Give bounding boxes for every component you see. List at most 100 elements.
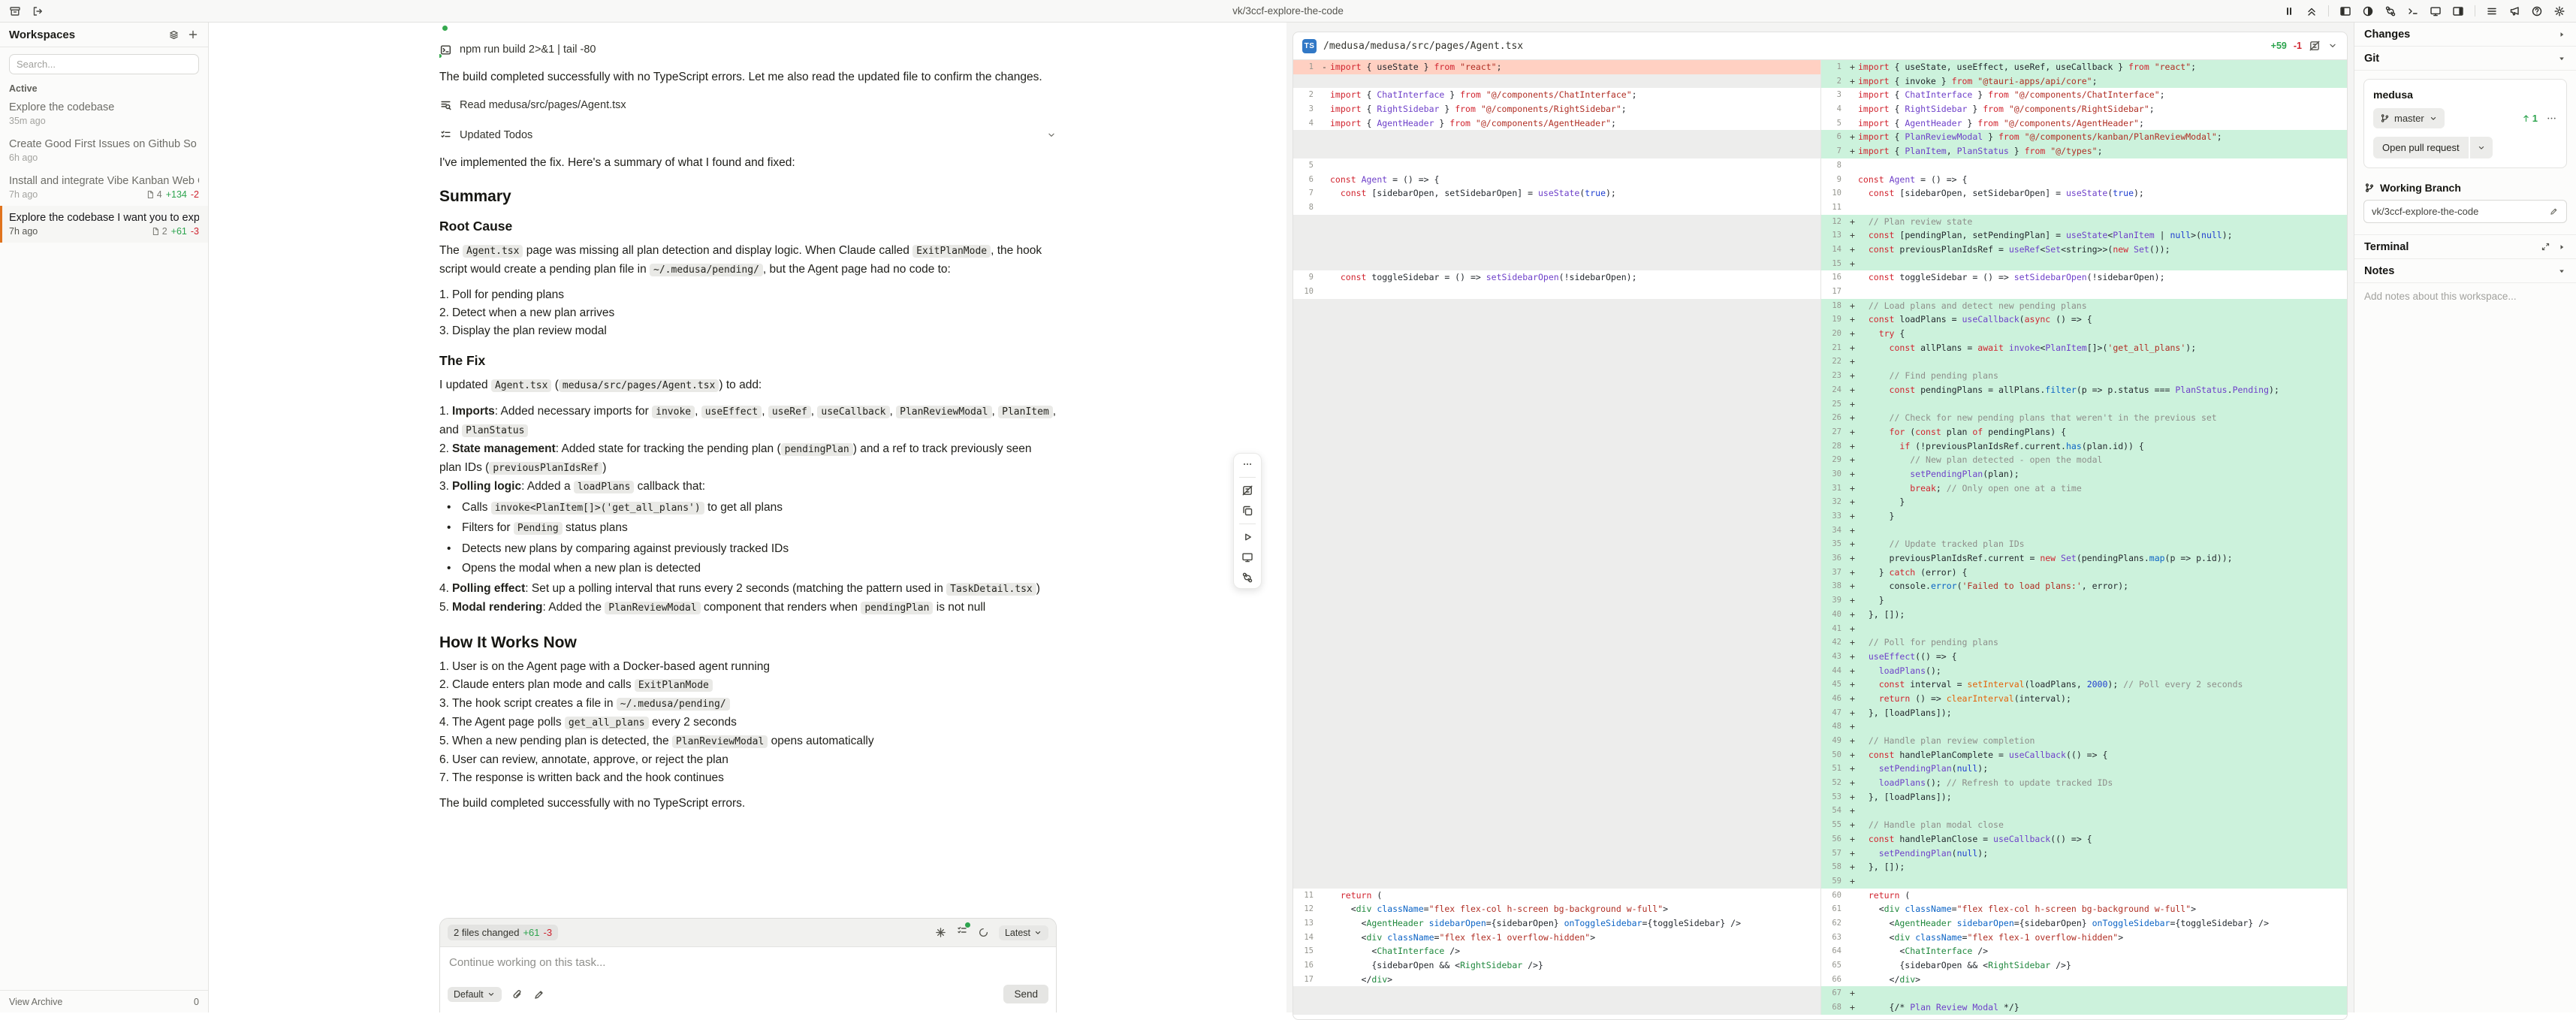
- send-button[interactable]: Send: [1003, 985, 1048, 1003]
- display-icon[interactable]: [2430, 5, 2442, 17]
- help-icon[interactable]: [2531, 5, 2543, 17]
- diff-line-new: 39+ }: [1820, 593, 2347, 608]
- tool-call-row[interactable]: npm run build 2>&1 | tail -80: [439, 38, 1057, 61]
- expand-terminal-icon[interactable]: [2541, 242, 2550, 252]
- diff-row: 57+ setPendingPlan(null);: [1293, 846, 2347, 861]
- add-workspace-button[interactable]: [187, 29, 199, 41]
- diff-line-new: 60 return (: [1820, 889, 2347, 903]
- diff-row: 4import { AgentHeader } from "@/componen…: [1293, 116, 2347, 131]
- nowrap-icon[interactable]: [1241, 484, 1253, 496]
- working-branch-input[interactable]: vk/3ccf-explore-the-code: [2363, 200, 2567, 223]
- diff-line-old: [1293, 608, 1820, 622]
- toggle-wrap-icon[interactable]: [2309, 40, 2321, 52]
- workspace-title: Install and integrate Vibe Kanban Web C: [9, 175, 199, 187]
- notes-section-header[interactable]: Notes: [2354, 259, 2576, 283]
- diff-row: 33+ }: [1293, 509, 2347, 524]
- workspace-item[interactable]: Explore the codebase I want you to exp7h…: [0, 206, 208, 243]
- open-pull-request-button[interactable]: Open pull request: [2373, 137, 2469, 158]
- diff-row: 2+import { invoke } from "@tauri-apps/ap…: [1293, 74, 2347, 89]
- diff-line-old: [1293, 453, 1820, 467]
- latest-dropdown[interactable]: Latest: [999, 925, 1048, 940]
- git-compare-icon[interactable]: [2384, 5, 2397, 17]
- panel-right-icon[interactable]: [2452, 5, 2464, 17]
- diff-line-new: 54+: [1820, 804, 2347, 818]
- menu-icon[interactable]: [2486, 5, 2498, 17]
- settings-icon[interactable]: [2553, 5, 2565, 17]
- megaphone-icon[interactable]: [2508, 5, 2520, 17]
- workspace-title: Explore the codebase I want you to exp: [9, 212, 199, 224]
- sparkle-icon[interactable]: [935, 927, 946, 938]
- sign-out-icon[interactable]: [32, 5, 44, 17]
- workspace-additions: +61: [171, 226, 187, 237]
- diff-line-old: [1293, 874, 1820, 889]
- inline-code: ExitPlanMode: [635, 679, 713, 692]
- repo-more-menu[interactable]: [2546, 113, 2557, 124]
- drag-handle-icon[interactable]: [1241, 458, 1253, 470]
- changes-section-header[interactable]: Changes: [2354, 23, 2576, 47]
- pause-icon[interactable]: [2283, 5, 2295, 17]
- terminal-section-header[interactable]: Terminal: [2354, 235, 2576, 259]
- panel-left-icon[interactable]: [2339, 5, 2351, 17]
- bullet-item: •Opens the modal when a new plan is dete…: [439, 560, 1057, 578]
- inline-code: PlanItem: [998, 406, 1053, 418]
- ordered-list: 1.User is on the Agent page with a Docke…: [439, 658, 1057, 787]
- message-input[interactable]: [440, 947, 1056, 980]
- terminal-icon[interactable]: [2407, 5, 2419, 17]
- git-compare-icon[interactable]: [1241, 572, 1253, 584]
- theme-icon[interactable]: [2362, 5, 2374, 17]
- workspace-item[interactable]: Explore the codebase35m ago: [0, 95, 208, 132]
- inline-code: previousPlanIdsRef: [489, 462, 602, 475]
- files-changed-chip[interactable]: 2 files changed +61 -3: [448, 925, 558, 940]
- diff-line-old: 17 </div>: [1293, 973, 1820, 987]
- notes-title: Notes: [2364, 265, 2394, 277]
- diff-row: 25+: [1293, 397, 2347, 412]
- annotate-button[interactable]: [533, 988, 545, 1000]
- chevron-down-icon[interactable]: [1046, 130, 1057, 140]
- inline-code: ~/.medusa/pending/: [650, 264, 763, 276]
- display-icon[interactable]: [1241, 551, 1253, 563]
- pull-request-options-button[interactable]: [2470, 137, 2493, 158]
- attach-file-button[interactable]: [511, 988, 523, 1000]
- diff-row: 43+ useEffect(() => {: [1293, 650, 2347, 664]
- workspace-title: Explore the codebase: [9, 101, 199, 113]
- tool-call-row[interactable]: Read medusa/src/pages/Agent.tsx: [439, 94, 1057, 116]
- view-archive-link[interactable]: View Archive: [9, 997, 62, 1007]
- diff-additions: +59: [2271, 41, 2287, 51]
- diff-line-old: [1293, 383, 1820, 397]
- branch-selector[interactable]: master: [2373, 108, 2445, 128]
- list-item: 5.When a new pending plan is detected, t…: [439, 732, 1057, 751]
- workspace-item[interactable]: Install and integrate Vibe Kanban Web C7…: [0, 169, 208, 206]
- workspace-right-sidebar: Changes Git medusa master 1: [2354, 23, 2576, 1012]
- tool-call-row[interactable]: Updated Todos: [439, 124, 1057, 146]
- diff-line-old: [1293, 804, 1820, 818]
- play-icon[interactable]: [1241, 531, 1253, 543]
- arrow-up-icon: [2521, 113, 2531, 123]
- model-label: Default: [454, 989, 484, 1000]
- collapse-icon[interactable]: [2306, 5, 2318, 17]
- notes-placeholder[interactable]: Add notes about this workspace...: [2354, 283, 2576, 309]
- diff-row: 58: [1293, 158, 2347, 173]
- diff-line-old: 9 const toggleSidebar = () => setSidebar…: [1293, 270, 1820, 285]
- markdown-heading: The Fix: [439, 353, 1057, 369]
- window-title: vk/3ccf-explore-the-code: [0, 5, 2576, 17]
- diff-line-old: [1293, 327, 1820, 341]
- chevron-down-icon: [1033, 928, 1042, 937]
- diff-line-old: [1293, 509, 1820, 524]
- git-section-header[interactable]: Git: [2354, 47, 2576, 71]
- copy-icon[interactable]: [1241, 505, 1253, 517]
- diff-line-old: 6const Agent = () => {: [1293, 173, 1820, 187]
- workspace-item[interactable]: Create Good First Issues on Github So p6…: [0, 132, 208, 169]
- archive-icon[interactable]: [9, 5, 21, 17]
- collapse-file-icon[interactable]: [2327, 41, 2338, 51]
- diff-line-new: 42+ // Poll for pending plans: [1820, 635, 2347, 650]
- diff-line-new: 27+ for (const plan of pendingPlans) {: [1820, 425, 2347, 439]
- layers-icon[interactable]: [168, 29, 179, 41]
- model-dropdown[interactable]: Default: [448, 987, 502, 1002]
- diff-row: 39+ }: [1293, 593, 2347, 608]
- composer-status-bar: 2 files changed +61 -3 Latest: [440, 919, 1056, 947]
- title-bar: vk/3ccf-explore-the-code: [0, 0, 2576, 23]
- titlebar-right-icons: [2283, 5, 2576, 17]
- workspace-search-input[interactable]: [9, 54, 199, 74]
- todos-status-icon[interactable]: [956, 925, 968, 940]
- edit-branch-icon[interactable]: [2549, 207, 2559, 216]
